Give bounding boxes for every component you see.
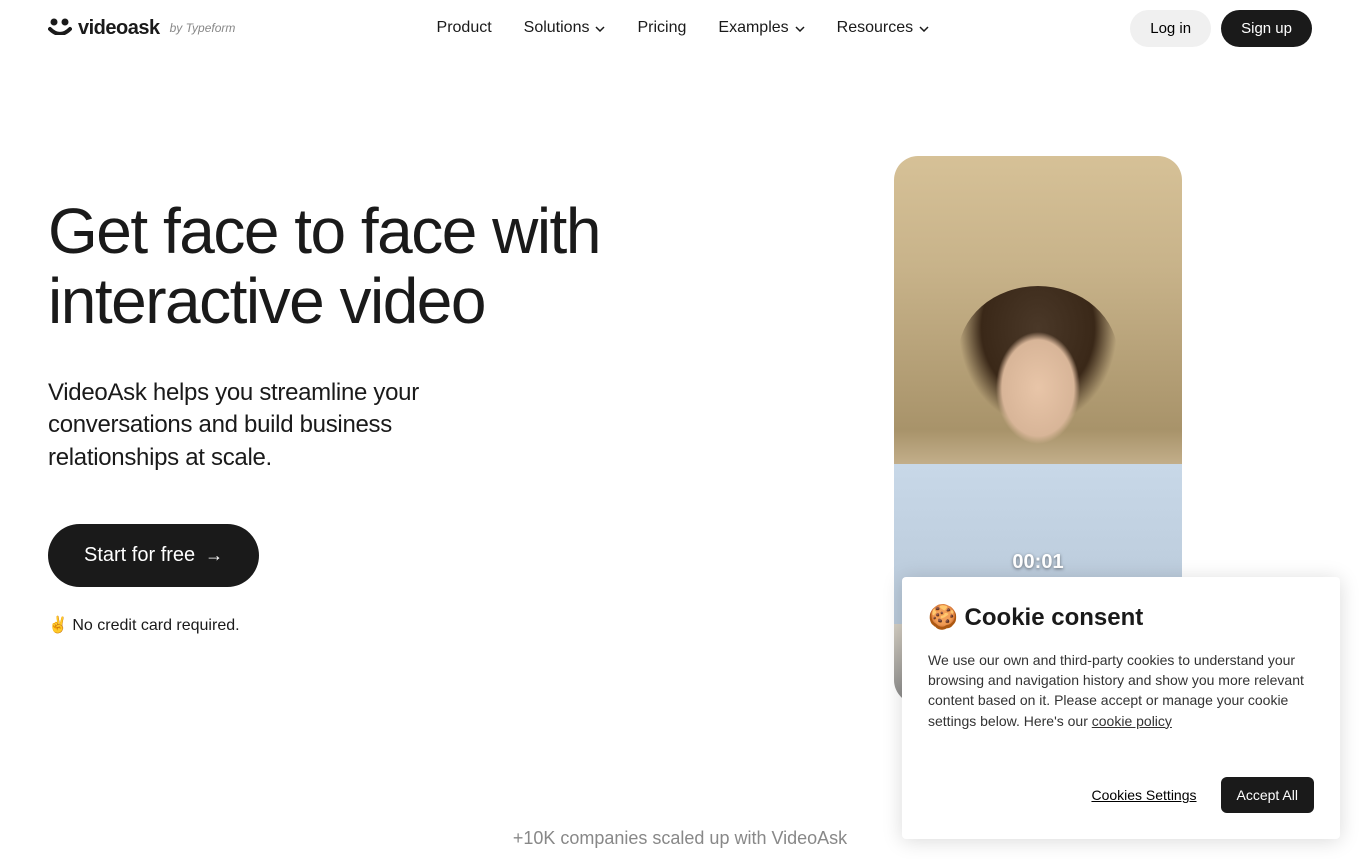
- companies-tagline: +10K companies scaled up with VideoAsk: [513, 828, 847, 849]
- nav-examples[interactable]: Examples: [718, 19, 804, 37]
- cta-note: ✌️ No credit card required.: [48, 615, 608, 635]
- nav-examples-label: Examples: [718, 19, 788, 37]
- nav-resources-label: Resources: [837, 19, 913, 37]
- nav-resources[interactable]: Resources: [837, 19, 929, 37]
- main-nav: Product Solutions Pricing Examples Resou…: [437, 19, 930, 37]
- header: videoask by Typeform Product Solutions P…: [0, 0, 1360, 56]
- cookie-settings-button[interactable]: Cookies Settings: [1091, 787, 1196, 803]
- logo[interactable]: videoask: [48, 17, 160, 40]
- cookie-actions: Cookies Settings Accept All: [928, 777, 1314, 813]
- videoask-logo-icon: [48, 17, 72, 40]
- nav-pricing[interactable]: Pricing: [637, 19, 686, 37]
- nav-product-label: Product: [437, 19, 492, 37]
- cta-label: Start for free: [84, 544, 195, 567]
- hero-content: Get face to face with interactive video …: [48, 156, 608, 635]
- logo-text: videoask: [78, 17, 160, 40]
- auth-buttons: Log in Sign up: [1130, 10, 1312, 47]
- chevron-down-icon: [919, 19, 929, 37]
- chevron-down-icon: [595, 19, 605, 37]
- login-button[interactable]: Log in: [1130, 10, 1211, 47]
- cookie-title: 🍪 Cookie consent: [928, 603, 1314, 632]
- hero-subtitle: VideoAsk helps you streamline your conve…: [48, 377, 488, 474]
- nav-solutions[interactable]: Solutions: [524, 19, 606, 37]
- nav-pricing-label: Pricing: [637, 19, 686, 37]
- cookie-policy-link[interactable]: cookie policy: [1092, 713, 1172, 729]
- start-free-button[interactable]: Start for free →: [48, 524, 259, 587]
- nav-solutions-label: Solutions: [524, 19, 590, 37]
- cookie-text: We use our own and third-party cookies t…: [928, 650, 1314, 731]
- hero-title: Get face to face with interactive video: [48, 196, 608, 337]
- logo-group: videoask by Typeform: [48, 17, 235, 40]
- chevron-down-icon: [795, 19, 805, 37]
- cookie-accept-button[interactable]: Accept All: [1221, 777, 1314, 813]
- arrow-right-icon: →: [205, 545, 223, 566]
- nav-product[interactable]: Product: [437, 19, 492, 37]
- video-timestamp: 00:01: [1012, 551, 1063, 574]
- logo-byline: by Typeform: [170, 21, 236, 35]
- signup-button[interactable]: Sign up: [1221, 10, 1312, 47]
- cookie-consent-banner: 🍪 Cookie consent We use our own and thir…: [902, 577, 1340, 839]
